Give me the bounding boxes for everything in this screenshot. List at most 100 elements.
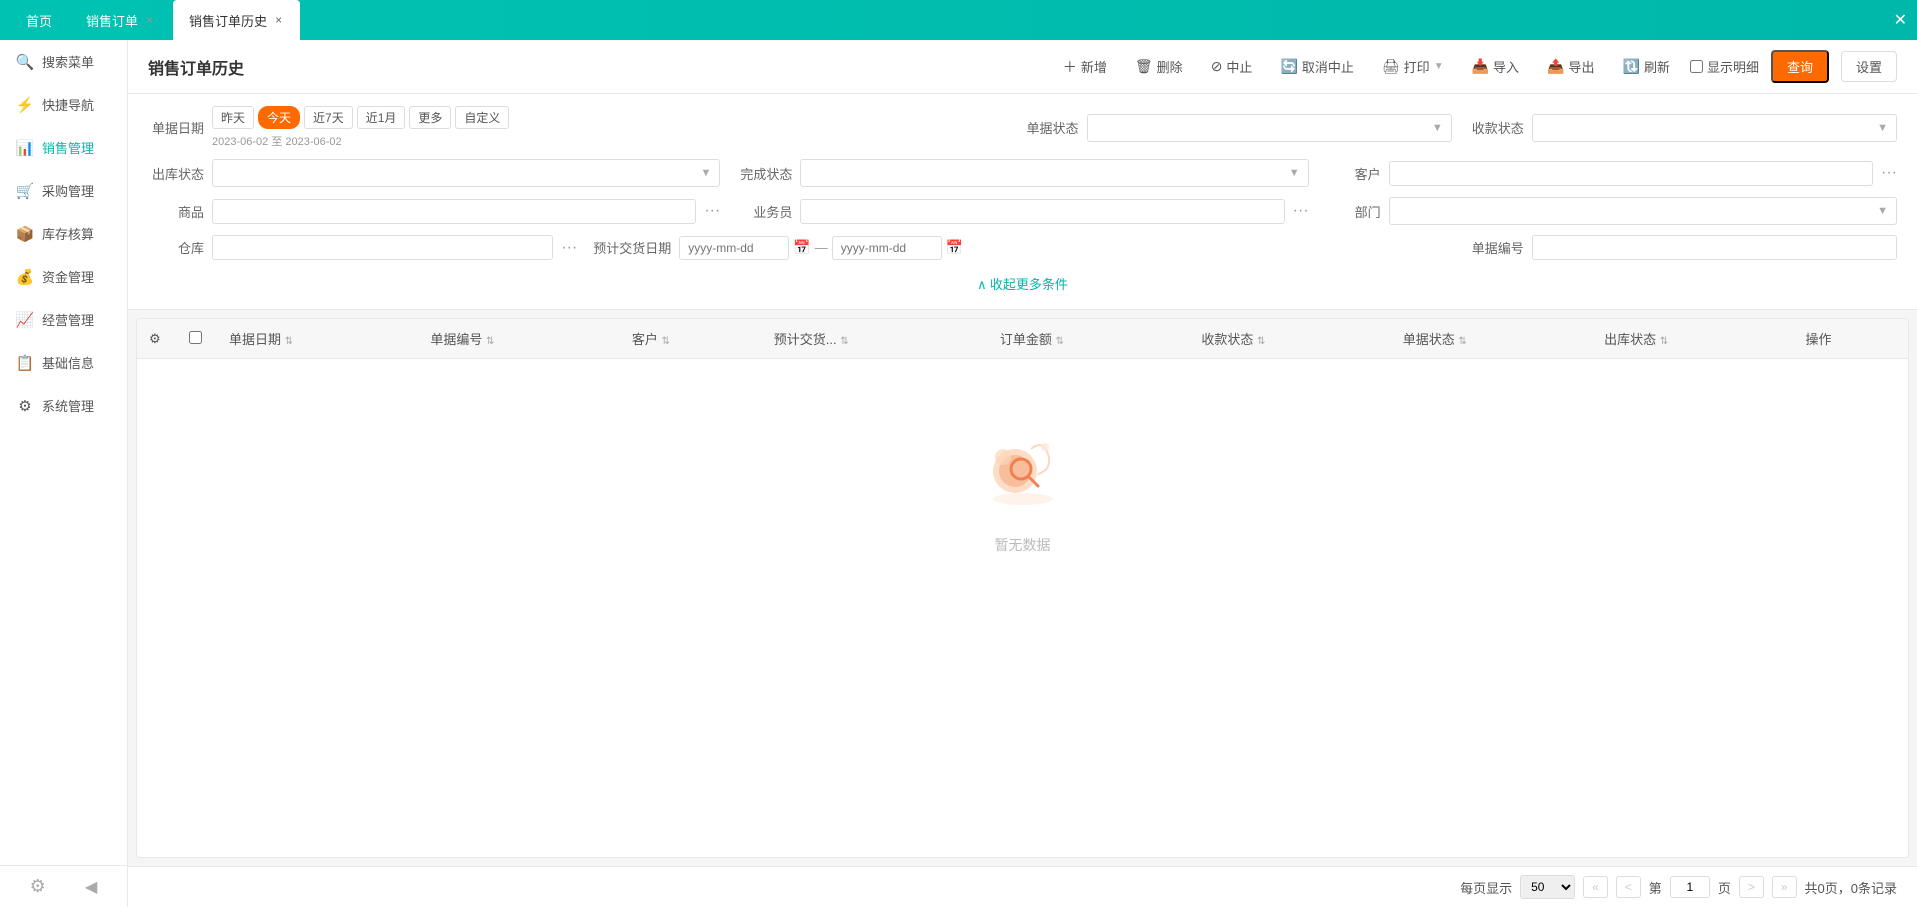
sidebar-item-search[interactable]: 🔍 搜索菜单	[0, 40, 127, 83]
filter-panel: 单据日期 昨天 今天 近7天 近1月 更多 自定义 2023-06-02 至 2…	[128, 94, 1917, 310]
sales-icon: 📊	[16, 139, 34, 157]
prev-page-button[interactable]: <	[1616, 876, 1641, 898]
refresh-button[interactable]: 🔃 刷新	[1615, 53, 1678, 80]
sidebar-item-system[interactable]: ⚙ 系统管理	[0, 384, 127, 427]
sidebar-item-operations-label: 经营管理	[42, 310, 94, 329]
payment-status-select[interactable]: ▼	[1532, 114, 1897, 142]
th-out-status[interactable]: 出库状态 ⇅	[1592, 319, 1793, 359]
out-status-select[interactable]: ▼	[212, 159, 720, 187]
basic-info-icon: 📋	[16, 354, 34, 372]
query-button[interactable]: 查询	[1771, 50, 1829, 83]
sidebar-item-purchase-label: 采购管理	[42, 181, 94, 200]
sidebar-item-purchase[interactable]: 🛒 采购管理	[0, 169, 127, 212]
department-select[interactable]: ▼	[1389, 197, 1897, 225]
settings-button[interactable]: 设置	[1841, 51, 1897, 82]
filter-customer: 客户 ···	[1325, 161, 1897, 186]
show-detail-checkbox[interactable]: 显示明细	[1690, 57, 1759, 76]
complete-status-select[interactable]: ▼	[800, 159, 1308, 187]
tab-home[interactable]: 首页	[10, 0, 68, 40]
expected-date-start[interactable]	[679, 236, 789, 260]
th-customer[interactable]: 客户 ⇅	[620, 319, 762, 359]
date-btn-more[interactable]: 更多	[409, 106, 451, 129]
sidebar-item-basic-info-label: 基础信息	[42, 353, 94, 372]
inventory-icon: 📦	[16, 225, 34, 243]
th-expected-date[interactable]: 预计交货... ⇅	[762, 319, 988, 359]
finance-icon: 💰	[16, 268, 34, 286]
collapse-bar[interactable]: ∧ 收起更多条件	[148, 270, 1897, 297]
refresh-label: 刷新	[1644, 57, 1670, 76]
sidebar-item-finance[interactable]: 💰 资金管理	[0, 255, 127, 298]
date-btn-yesterday[interactable]: 昨天	[212, 106, 254, 129]
delete-button[interactable]: 🗑 删除	[1127, 53, 1191, 80]
out-status-label: 出库状态	[148, 164, 204, 183]
first-page-button[interactable]: «	[1583, 876, 1608, 898]
add-button[interactable]: ＋ 新增	[1055, 53, 1115, 81]
product-more-icon[interactable]: ···	[704, 202, 720, 220]
th-payment-status-label: 收款状态	[1201, 332, 1253, 347]
date-dash: —	[815, 240, 828, 255]
customer-more-icon[interactable]: ···	[1881, 164, 1897, 182]
page-number-input[interactable]	[1670, 876, 1710, 898]
tab-home-label: 首页	[26, 11, 52, 30]
warehouse-input[interactable]	[212, 235, 553, 260]
th-payment-status[interactable]: 收款状态 ⇅	[1189, 319, 1390, 359]
complete-status-arrow-icon: ▼	[1289, 167, 1300, 179]
date-btn-today[interactable]: 今天	[258, 106, 300, 129]
th-date-label: 单据日期	[229, 332, 281, 347]
next-page-button[interactable]: >	[1739, 876, 1764, 898]
tab-sales-history-close[interactable]: ×	[273, 11, 284, 29]
tab-sales-history-label: 销售订单历史	[189, 11, 267, 30]
date-btn-7days[interactable]: 近7天	[304, 106, 353, 129]
th-settings[interactable]: ⚙	[137, 319, 177, 359]
import-button[interactable]: 📥 导入	[1464, 53, 1527, 80]
warehouse-more-icon[interactable]: ···	[561, 239, 577, 257]
th-amount[interactable]: 订单金额 ⇅	[988, 319, 1189, 359]
filter-payment-status: 收款状态 ▼	[1468, 114, 1897, 142]
sidebar-item-sales[interactable]: 📊 销售管理	[0, 126, 127, 169]
export-button[interactable]: 📤 导出	[1539, 53, 1602, 80]
order-status-select[interactable]: ▼	[1087, 114, 1452, 142]
show-detail-input[interactable]	[1690, 60, 1703, 73]
sidebar-settings-icon[interactable]: ⚙	[30, 876, 46, 897]
filter-row-4: 仓库 ··· 预计交货日期 📅 — 📅 单据编号	[148, 235, 1897, 260]
customer-input[interactable]	[1389, 161, 1873, 186]
tab-sales-history[interactable]: 销售订单历史 ×	[173, 0, 300, 40]
product-input[interactable]	[212, 199, 696, 224]
date-btn-1month[interactable]: 近1月	[357, 106, 406, 129]
warehouse-label: 仓库	[148, 238, 204, 257]
sidebar-item-inventory[interactable]: 📦 库存核算	[0, 212, 127, 255]
sidebar-item-quicknav[interactable]: ⚡ 快捷导航	[0, 83, 127, 126]
stop-button[interactable]: ⊘ 中止	[1203, 53, 1261, 80]
calendar-end-icon[interactable]: 📅	[946, 239, 963, 256]
window-close-button[interactable]: ✕	[1894, 10, 1907, 30]
tab-sales-order[interactable]: 销售订单 ×	[70, 0, 171, 40]
sidebar-item-quicknav-label: 快捷导航	[42, 95, 94, 114]
th-order-status[interactable]: 单据状态 ⇅	[1391, 319, 1592, 359]
th-date[interactable]: 单据日期 ⇅	[217, 319, 418, 359]
sidebar-item-basic-info[interactable]: 📋 基础信息	[0, 341, 127, 384]
expected-date-end[interactable]	[832, 236, 942, 260]
last-page-button[interactable]: »	[1772, 876, 1797, 898]
stop-icon: ⊘	[1211, 58, 1223, 75]
salesperson-more-icon[interactable]: ···	[1293, 202, 1309, 220]
th-order-status-sort-icon: ⇅	[1458, 336, 1466, 347]
th-date-sort-icon: ⇅	[285, 336, 293, 347]
table-settings-icon[interactable]: ⚙	[149, 331, 161, 346]
date-btn-custom[interactable]: 自定义	[455, 106, 509, 129]
th-order-no[interactable]: 单据编号 ⇅	[418, 319, 619, 359]
page-jump-label: 第	[1649, 878, 1662, 897]
export-icon: 📤	[1547, 58, 1564, 75]
salesperson-input[interactable]	[800, 199, 1284, 224]
cancel-stop-button[interactable]: 🔄 取消中止	[1272, 53, 1361, 80]
sidebar-collapse-icon[interactable]: ◀	[85, 877, 97, 897]
order-number-input[interactable]	[1532, 235, 1897, 260]
sidebar-item-operations[interactable]: 📈 经营管理	[0, 298, 127, 341]
calendar-start-icon[interactable]: 📅	[793, 239, 810, 256]
top-bar: 首页 销售订单 × 销售订单历史 × ✕	[0, 0, 1917, 40]
empty-state: 暂无数据	[137, 359, 1908, 615]
th-checkbox[interactable]	[177, 319, 217, 359]
page-size-select[interactable]: 50 10 20 100	[1520, 875, 1575, 899]
print-button[interactable]: 🖨 打印 ▼	[1374, 53, 1452, 80]
select-all-checkbox[interactable]	[189, 331, 202, 344]
tab-sales-order-close[interactable]: ×	[144, 11, 155, 29]
